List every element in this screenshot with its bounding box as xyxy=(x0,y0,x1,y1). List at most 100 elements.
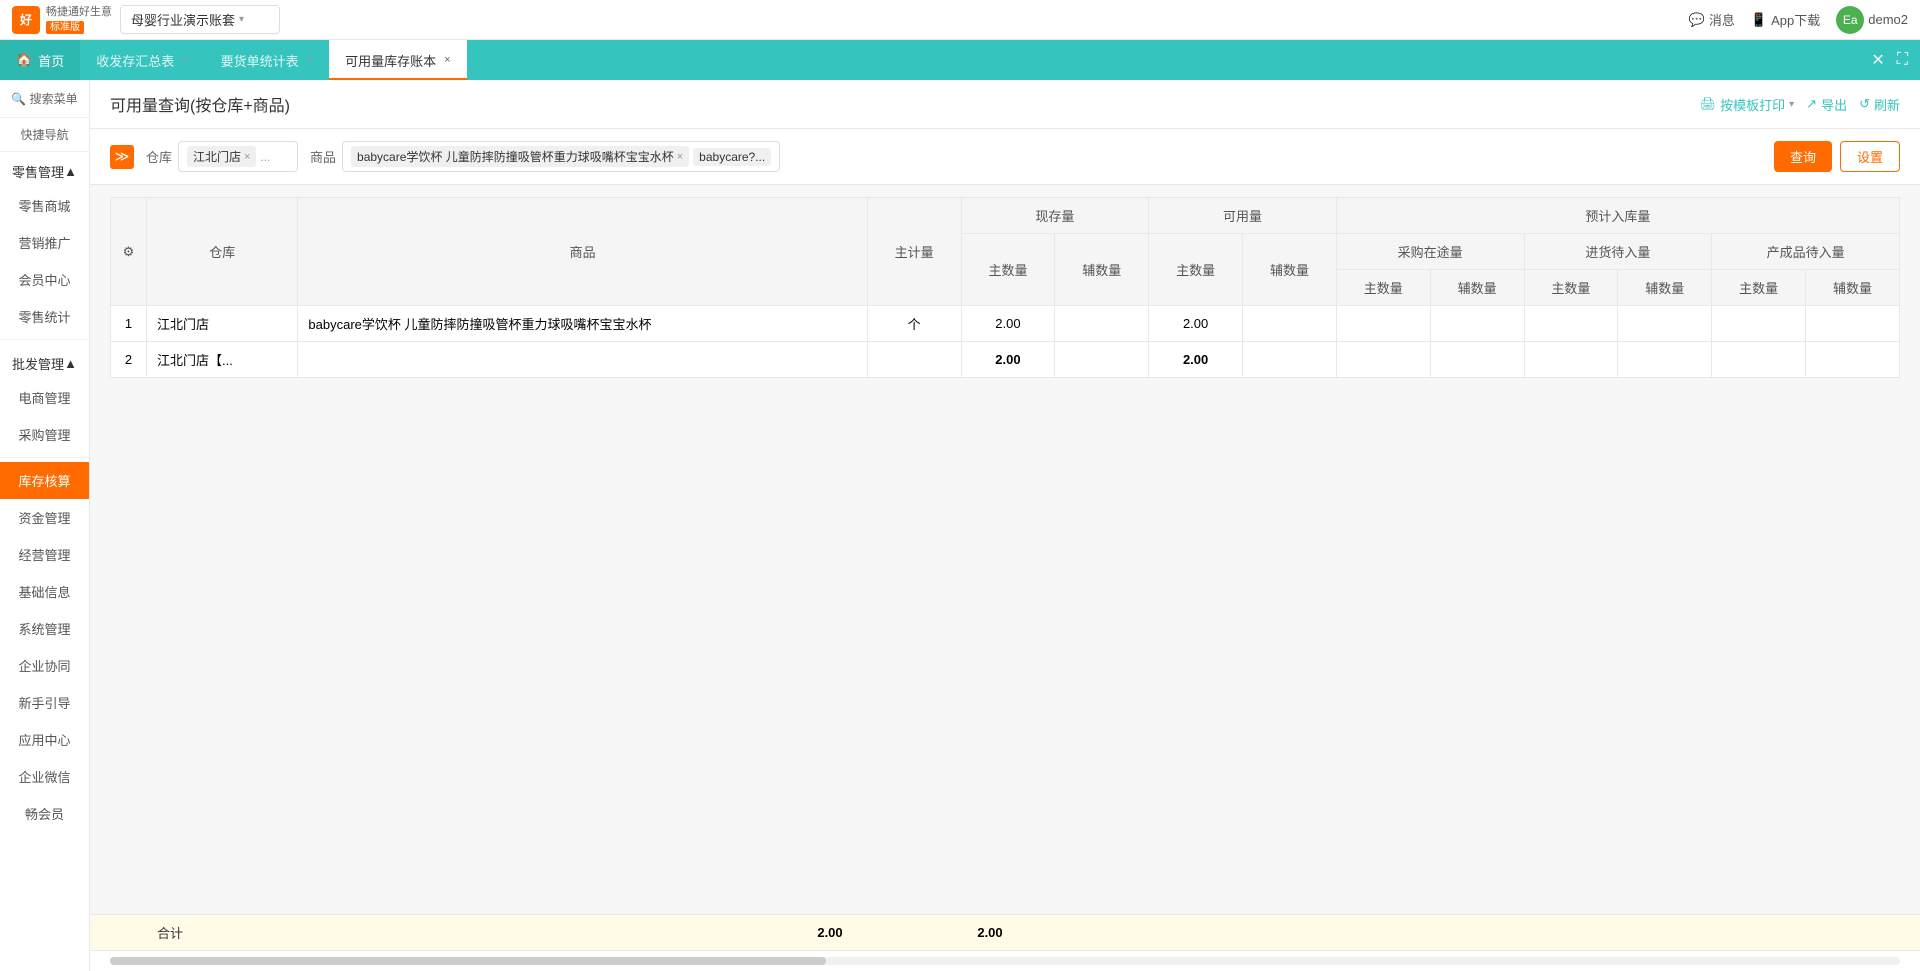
row-purchase-main xyxy=(1336,342,1430,378)
industry-selector[interactable]: 母婴行业演示账套 ▾ xyxy=(120,5,280,34)
app-download-btn[interactable]: 📱 App下载 xyxy=(1751,10,1820,29)
th-production-aux: 辅数量 xyxy=(1806,270,1900,306)
row-production-aux xyxy=(1806,342,1900,378)
remove-warehouse-tag[interactable]: × xyxy=(244,151,250,163)
table-row: 1 江北门店 babycare学饮杯 儿童防摔防撞吸管杯重力球吸嘴杯宝宝水杯 个… xyxy=(111,306,1900,342)
window-close-icon[interactable]: ✕ xyxy=(1871,50,1884,70)
tab-receipt[interactable]: 收发存汇总表 × xyxy=(80,40,204,80)
sidebar: 🔍 搜索菜单 快捷导航 零售管理 ▲ 零售商城 营销推广 会员中心 零售统计 批… xyxy=(0,80,90,971)
top-bar-right: 💬 消息 📱 App下载 Ea demo2 xyxy=(1689,6,1908,34)
sidebar-group-retail[interactable]: 零售管理 ▲ xyxy=(0,152,89,187)
avatar: Ea xyxy=(1836,6,1864,34)
row-unit xyxy=(867,342,961,378)
sidebar-item-retail-mall[interactable]: 零售商城 xyxy=(0,187,89,224)
sidebar-item-marketing[interactable]: 营销推广 xyxy=(0,224,89,261)
remove-product-tag-1[interactable]: × xyxy=(677,151,683,163)
page-actions: 🖨 按模板打印 ▾ ↗ 导出 ↺ 刷新 xyxy=(1700,95,1900,114)
row-purchase-aux xyxy=(1430,342,1524,378)
row-no: 2 xyxy=(111,342,147,378)
th-current-stock: 现存量 xyxy=(961,198,1149,234)
main-layout: 🔍 搜索菜单 快捷导航 零售管理 ▲ 零售商城 营销推广 会员中心 零售统计 批… xyxy=(0,80,1920,971)
product-filter-tag-2: babycare?... xyxy=(693,148,771,166)
window-expand-icon[interactable]: ⛶ xyxy=(1897,51,1908,69)
sidebar-item-retail-stats[interactable]: 零售统计 xyxy=(0,298,89,335)
message-btn[interactable]: 💬 消息 xyxy=(1689,10,1735,29)
sidebar-item-ecommerce[interactable]: 电商管理 xyxy=(0,379,89,416)
tab-available-stock[interactable]: 可用量库存账本 × xyxy=(329,40,466,80)
th-purchase-transit: 采购在途量 xyxy=(1336,234,1524,270)
tab-order-stats[interactable]: 要货单统计表 × xyxy=(205,40,329,80)
chevron-down-icon: ▾ xyxy=(239,14,244,25)
sidebar-group-wholesale[interactable]: 批发管理 ▲ xyxy=(0,344,89,379)
user-menu[interactable]: Ea demo2 xyxy=(1836,6,1908,34)
th-incoming-main: 主数量 xyxy=(1524,270,1618,306)
sidebar-item-inventory[interactable]: 库存核算 xyxy=(0,462,89,499)
close-icon[interactable]: × xyxy=(307,54,313,66)
label-tag: 标准版 xyxy=(46,21,84,34)
home-icon: 🏠 xyxy=(16,52,32,68)
row-product: babycare学饮杯 儿童防摔防撞吸管杯重力球吸嘴杯宝宝水杯 xyxy=(298,306,867,342)
th-production-pending: 产成品待入量 xyxy=(1712,234,1900,270)
row-current-aux xyxy=(1055,342,1149,378)
footer-label: 合计 xyxy=(110,923,230,942)
row-purchase-aux xyxy=(1430,306,1524,342)
sidebar-search[interactable]: 🔍 搜索菜单 xyxy=(0,80,89,118)
product-filter-tag-1: babycare学饮杯 儿童防摔防撞吸管杯重力球吸嘴杯宝宝水杯 × xyxy=(351,146,689,167)
print-icon: 🖨 xyxy=(1700,96,1717,112)
warehouse-filter-label: 仓库 xyxy=(146,147,172,166)
sidebar-item-enterprise[interactable]: 企业协同 xyxy=(0,647,89,684)
search-icon: 🔍 xyxy=(11,92,26,106)
row-incoming-main xyxy=(1524,342,1618,378)
close-icon[interactable]: × xyxy=(444,54,450,66)
query-btn[interactable]: 查询 xyxy=(1774,141,1832,172)
row-production-main xyxy=(1712,342,1806,378)
scroll-thumb xyxy=(110,957,826,965)
sidebar-item-finance[interactable]: 资金管理 xyxy=(0,499,89,536)
row-incoming-aux xyxy=(1618,306,1712,342)
sidebar-divider xyxy=(0,339,89,340)
sidebar-item-basics[interactable]: 基础信息 xyxy=(0,573,89,610)
print-btn[interactable]: 🖨 按模板打印 ▾ xyxy=(1700,95,1795,114)
th-incoming-aux: 辅数量 xyxy=(1618,270,1712,306)
more-icon[interactable]: ... xyxy=(260,150,270,164)
th-production-main: 主数量 xyxy=(1712,270,1806,306)
tab-home[interactable]: 🏠 首页 xyxy=(0,40,80,80)
sidebar-item-system[interactable]: 系统管理 xyxy=(0,610,89,647)
nav-tabs: 🏠 首页 收发存汇总表 × 要货单统计表 × 可用量库存账本 × ✕ ⛶ xyxy=(0,40,1920,80)
th-settings[interactable]: ⚙ xyxy=(111,198,147,306)
export-btn[interactable]: ↗ 导出 xyxy=(1806,95,1847,114)
export-icon: ↗ xyxy=(1806,96,1817,112)
row-available-main: 2.00 xyxy=(1149,306,1243,342)
th-available-aux: 辅数量 xyxy=(1243,234,1337,306)
sidebar-item-apps[interactable]: 应用中心 xyxy=(0,721,89,758)
th-purchase-aux: 辅数量 xyxy=(1430,270,1524,306)
warehouse-filter-group: 仓库 江北门店 × ... xyxy=(146,141,298,172)
filter-toggle-btn[interactable]: ≫ xyxy=(110,145,134,169)
sidebar-item-purchase[interactable]: 采购管理 xyxy=(0,416,89,453)
product-filter-field[interactable]: babycare学饮杯 儿童防摔防撞吸管杯重力球吸嘴杯宝宝水杯 × babyca… xyxy=(342,141,780,172)
scroll-track[interactable] xyxy=(110,957,1900,965)
logo-text: 畅捷通好生意 标准版 xyxy=(46,5,112,34)
sidebar-item-members[interactable]: 会员中心 xyxy=(0,261,89,298)
settings-btn[interactable]: 设置 xyxy=(1840,141,1900,172)
row-purchase-main xyxy=(1336,306,1430,342)
row-current-main: 2.00 xyxy=(961,342,1055,378)
sidebar-divider-2 xyxy=(0,457,89,458)
sidebar-item-wechat[interactable]: 企业微信 xyxy=(0,758,89,795)
row-available-aux xyxy=(1243,306,1337,342)
sidebar-quick-nav[interactable]: 快捷导航 xyxy=(0,118,89,152)
th-current-main: 主数量 xyxy=(961,234,1055,306)
sidebar-item-vip[interactable]: 畅会员 xyxy=(0,795,89,832)
th-current-aux: 辅数量 xyxy=(1055,234,1149,306)
row-unit: 个 xyxy=(867,306,961,342)
warehouse-filter-field[interactable]: 江北门店 × ... xyxy=(178,141,298,172)
sidebar-item-operations[interactable]: 经营管理 xyxy=(0,536,89,573)
product-filter-label: 商品 xyxy=(310,147,336,166)
message-icon: 💬 xyxy=(1689,12,1705,28)
row-product xyxy=(298,342,867,378)
scroll-area xyxy=(90,950,1920,971)
close-icon[interactable]: × xyxy=(182,54,188,66)
th-available-main: 主数量 xyxy=(1149,234,1243,306)
refresh-btn[interactable]: ↺ 刷新 xyxy=(1859,95,1900,114)
sidebar-item-guide[interactable]: 新手引导 xyxy=(0,684,89,721)
